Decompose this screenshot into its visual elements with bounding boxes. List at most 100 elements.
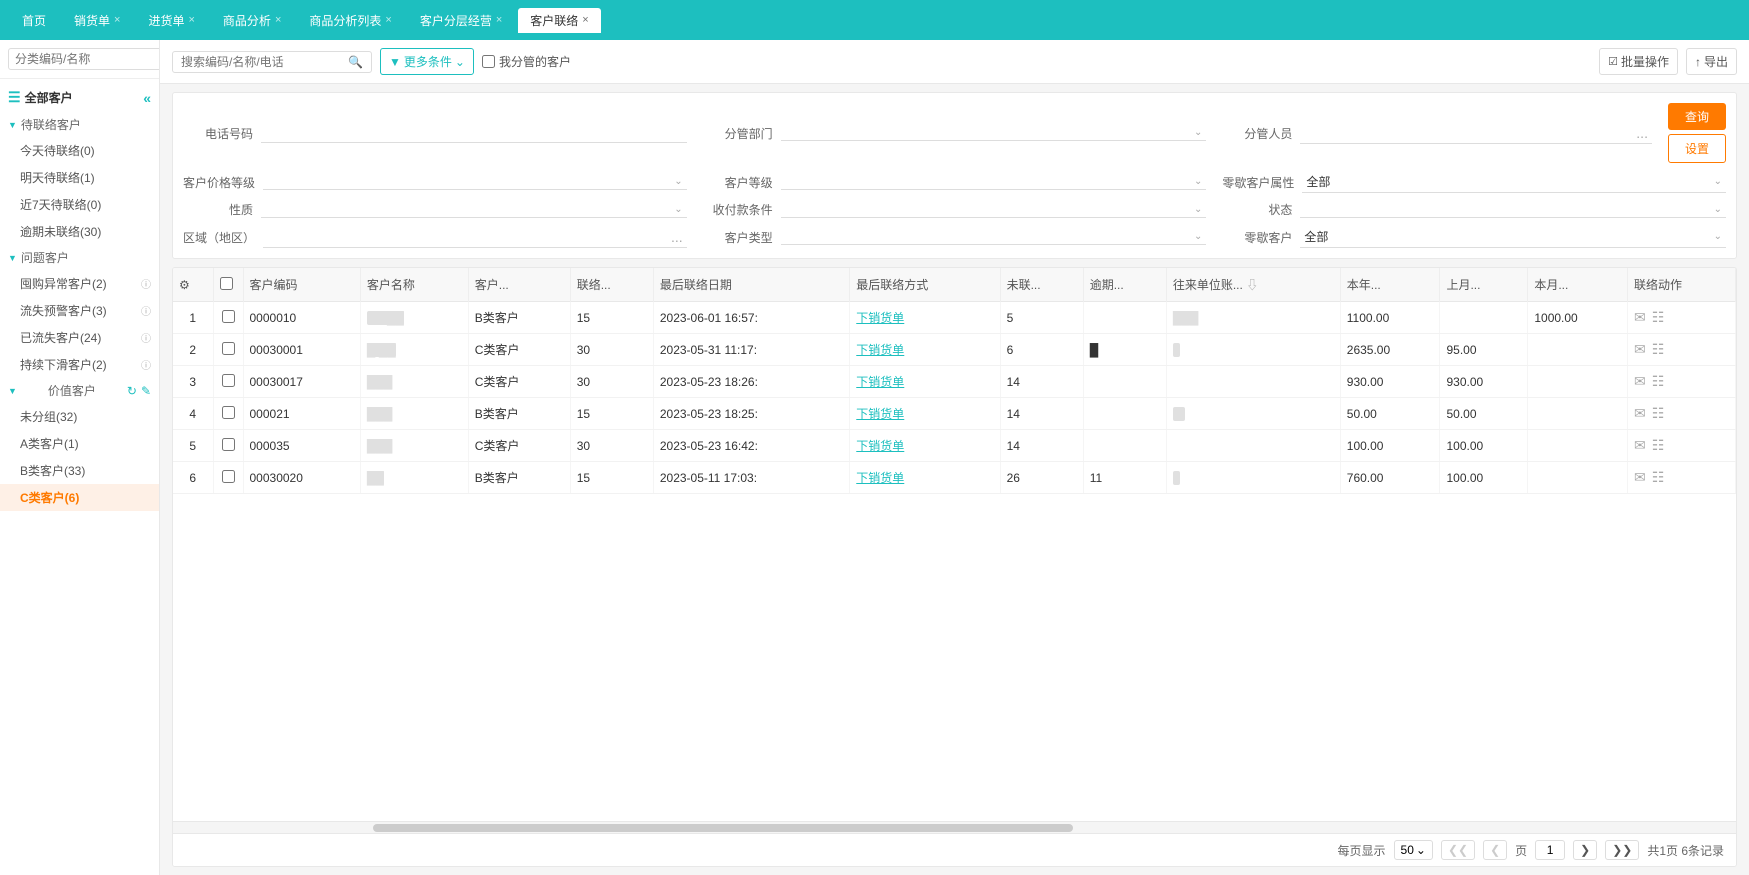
main-search-input[interactable] bbox=[181, 55, 344, 69]
nav-purchase-order[interactable]: 进货单 × bbox=[136, 8, 206, 33]
action-contact-icon-1[interactable]: ✉ bbox=[1634, 309, 1646, 326]
edit-icon-value[interactable]: ✎ bbox=[141, 384, 151, 398]
filter-payment-select[interactable]: ⌄ bbox=[781, 202, 1207, 218]
sidebar-item-tomorrow[interactable]: 明天待联络(1) bbox=[0, 164, 159, 191]
row-checkbox-5[interactable] bbox=[222, 438, 235, 451]
th-checkbox[interactable] bbox=[213, 268, 243, 302]
sidebar-item-class-b[interactable]: B类客户(33) bbox=[0, 457, 159, 484]
filter-customer-type-select[interactable]: ⌄ bbox=[781, 229, 1207, 245]
row-checkbox-cell-4[interactable] bbox=[213, 398, 243, 430]
row-checkbox-cell-5[interactable] bbox=[213, 430, 243, 462]
sort-icon-unit[interactable]: ⇩ bbox=[1246, 278, 1258, 292]
settings-btn[interactable]: 设置 bbox=[1668, 134, 1726, 163]
filter-nature-select[interactable]: ⌄ bbox=[261, 202, 687, 218]
th-settings[interactable]: ⚙ bbox=[173, 268, 213, 302]
th-customer-code[interactable]: 客户编码 bbox=[243, 268, 360, 302]
sidebar-section-value[interactable]: 价值客户 ↻ ✎ bbox=[0, 378, 159, 403]
next-page-btn[interactable]: ❯ bbox=[1573, 840, 1597, 860]
sidebar-section-pending[interactable]: 待联络客户 bbox=[0, 112, 159, 137]
sidebar-item-unclassified[interactable]: 未分组(32) bbox=[0, 403, 159, 430]
row-checkbox-3[interactable] bbox=[222, 374, 235, 387]
row-checkbox-cell-1[interactable] bbox=[213, 302, 243, 334]
sidebar-item-declining[interactable]: 持续下滑客户(2) ⓘ bbox=[0, 351, 159, 378]
nav-customer-contact[interactable]: 客户联络 × bbox=[518, 8, 600, 33]
last-page-btn[interactable]: ❯❯ bbox=[1605, 840, 1639, 860]
nav-sales-order[interactable]: 销货单 × bbox=[62, 8, 132, 33]
nav-purchase-order-close[interactable]: × bbox=[188, 14, 194, 26]
sidebar-item-today[interactable]: 今天待联络(0) bbox=[0, 137, 159, 164]
scrollbar-thumb[interactable] bbox=[373, 824, 1073, 832]
sidebar-collapse-icon[interactable]: « bbox=[143, 90, 151, 106]
action-contact-icon-3[interactable]: ✉ bbox=[1634, 373, 1646, 390]
action-contact-icon-4[interactable]: ✉ bbox=[1634, 405, 1646, 422]
nav-customer-layered-close[interactable]: × bbox=[496, 14, 502, 26]
action-more-icon-5[interactable]: ☷ bbox=[1652, 437, 1665, 454]
nav-home[interactable]: 首页 bbox=[10, 8, 58, 33]
sidebar-item-overdue[interactable]: 逾期未联络(30) bbox=[0, 218, 159, 245]
row-checkbox-cell-6[interactable] bbox=[213, 462, 243, 494]
row-last-method-6[interactable]: 下销货单 bbox=[850, 462, 1000, 494]
nav-product-analysis-list[interactable]: 商品分析列表 × bbox=[297, 8, 403, 33]
row-checkbox-cell-2[interactable] bbox=[213, 334, 243, 366]
first-page-btn[interactable]: ❮❮ bbox=[1441, 840, 1475, 860]
batch-operations-btn[interactable]: ☑ 批量操作 bbox=[1599, 48, 1678, 75]
action-contact-icon-6[interactable]: ✉ bbox=[1634, 469, 1646, 486]
my-customers-checkbox[interactable] bbox=[482, 55, 495, 68]
export-btn[interactable]: ↑ 导出 bbox=[1686, 48, 1737, 75]
filter-dept-select[interactable]: ⌄ bbox=[781, 125, 1207, 141]
filter-retail-attr-select[interactable]: 全部 ⌄ bbox=[1302, 171, 1726, 193]
horizontal-scrollbar[interactable] bbox=[173, 821, 1736, 833]
refresh-icon[interactable]: ↻ bbox=[127, 384, 137, 398]
nav-customer-layered[interactable]: 客户分层经营 × bbox=[408, 8, 514, 33]
row-last-method-4[interactable]: 下销货单 bbox=[850, 398, 1000, 430]
filter-more-btn[interactable]: ▼ 更多条件 ⌄ bbox=[380, 48, 474, 75]
export-icon: ↑ bbox=[1695, 55, 1701, 69]
my-customers-checkbox-label[interactable]: 我分管的客户 bbox=[482, 53, 571, 70]
sidebar-item-churn-warning[interactable]: 流失预警客户(3) ⓘ bbox=[0, 297, 159, 324]
sidebar-item-class-c[interactable]: C类客户(6) bbox=[0, 484, 159, 511]
sidebar-item-7days[interactable]: 近7天待联络(0) bbox=[0, 191, 159, 218]
prev-page-btn[interactable]: ❮ bbox=[1483, 840, 1507, 860]
nav-product-analysis[interactable]: 商品分析 × bbox=[211, 8, 293, 33]
select-all-checkbox[interactable] bbox=[220, 277, 233, 290]
main-search-icon[interactable]: 🔍 bbox=[348, 55, 363, 69]
nav-product-analysis-list-close[interactable]: × bbox=[385, 14, 391, 26]
sidebar-search-input[interactable] bbox=[8, 48, 160, 70]
action-contact-icon-5[interactable]: ✉ bbox=[1634, 437, 1646, 454]
action-more-icon-6[interactable]: ☷ bbox=[1652, 469, 1665, 486]
filter-manager-dots[interactable]: ... bbox=[1636, 125, 1648, 141]
row-checkbox-cell-3[interactable] bbox=[213, 366, 243, 398]
filter-region-dots[interactable]: ... bbox=[671, 229, 683, 245]
action-contact-icon-2[interactable]: ✉ bbox=[1634, 341, 1646, 358]
th-customer-name[interactable]: 客户名称 bbox=[360, 268, 468, 302]
row-checkbox-2[interactable] bbox=[222, 342, 235, 355]
filter-customer-level-select[interactable]: ⌄ bbox=[781, 174, 1207, 190]
query-btn[interactable]: 查询 bbox=[1668, 103, 1726, 130]
gear-icon[interactable]: ⚙ bbox=[179, 278, 190, 292]
per-page-select[interactable]: 50 ⌄ bbox=[1394, 840, 1433, 860]
filter-retail-customer-select[interactable]: 全部 ⌄ bbox=[1300, 226, 1726, 248]
action-more-icon-1[interactable]: ☷ bbox=[1652, 309, 1665, 326]
row-checkbox-4[interactable] bbox=[222, 406, 235, 419]
row-last-method-2[interactable]: 下销货单 bbox=[850, 334, 1000, 366]
sidebar-section-problem[interactable]: 问题客户 bbox=[0, 245, 159, 270]
action-more-icon-4[interactable]: ☷ bbox=[1652, 405, 1665, 422]
row-checkbox-6[interactable] bbox=[222, 470, 235, 483]
nav-product-analysis-close[interactable]: × bbox=[275, 14, 281, 26]
sidebar-item-abnormal[interactable]: 囤购异常客户(2) ⓘ bbox=[0, 270, 159, 297]
nav-sales-order-close[interactable]: × bbox=[114, 14, 120, 26]
sidebar-item-class-a[interactable]: A类客户(1) bbox=[0, 430, 159, 457]
filter-price-level-select[interactable]: ⌄ bbox=[263, 174, 687, 190]
sidebar-item-churned[interactable]: 已流失客户(24) ⓘ bbox=[0, 324, 159, 351]
sidebar-all-customers[interactable]: ☰ 全部客户 « bbox=[0, 83, 159, 112]
row-last-method-1[interactable]: 下销货单 bbox=[850, 302, 1000, 334]
action-more-icon-2[interactable]: ☷ bbox=[1652, 341, 1665, 358]
action-more-icon-3[interactable]: ☷ bbox=[1652, 373, 1665, 390]
filter-phone-input[interactable] bbox=[261, 124, 687, 143]
row-checkbox-1[interactable] bbox=[222, 310, 235, 323]
page-input[interactable] bbox=[1535, 840, 1565, 860]
filter-status-select[interactable]: ⌄ bbox=[1300, 202, 1726, 218]
row-last-method-5[interactable]: 下销货单 bbox=[850, 430, 1000, 462]
nav-customer-contact-close[interactable]: × bbox=[582, 14, 588, 26]
row-last-method-3[interactable]: 下销货单 bbox=[850, 366, 1000, 398]
